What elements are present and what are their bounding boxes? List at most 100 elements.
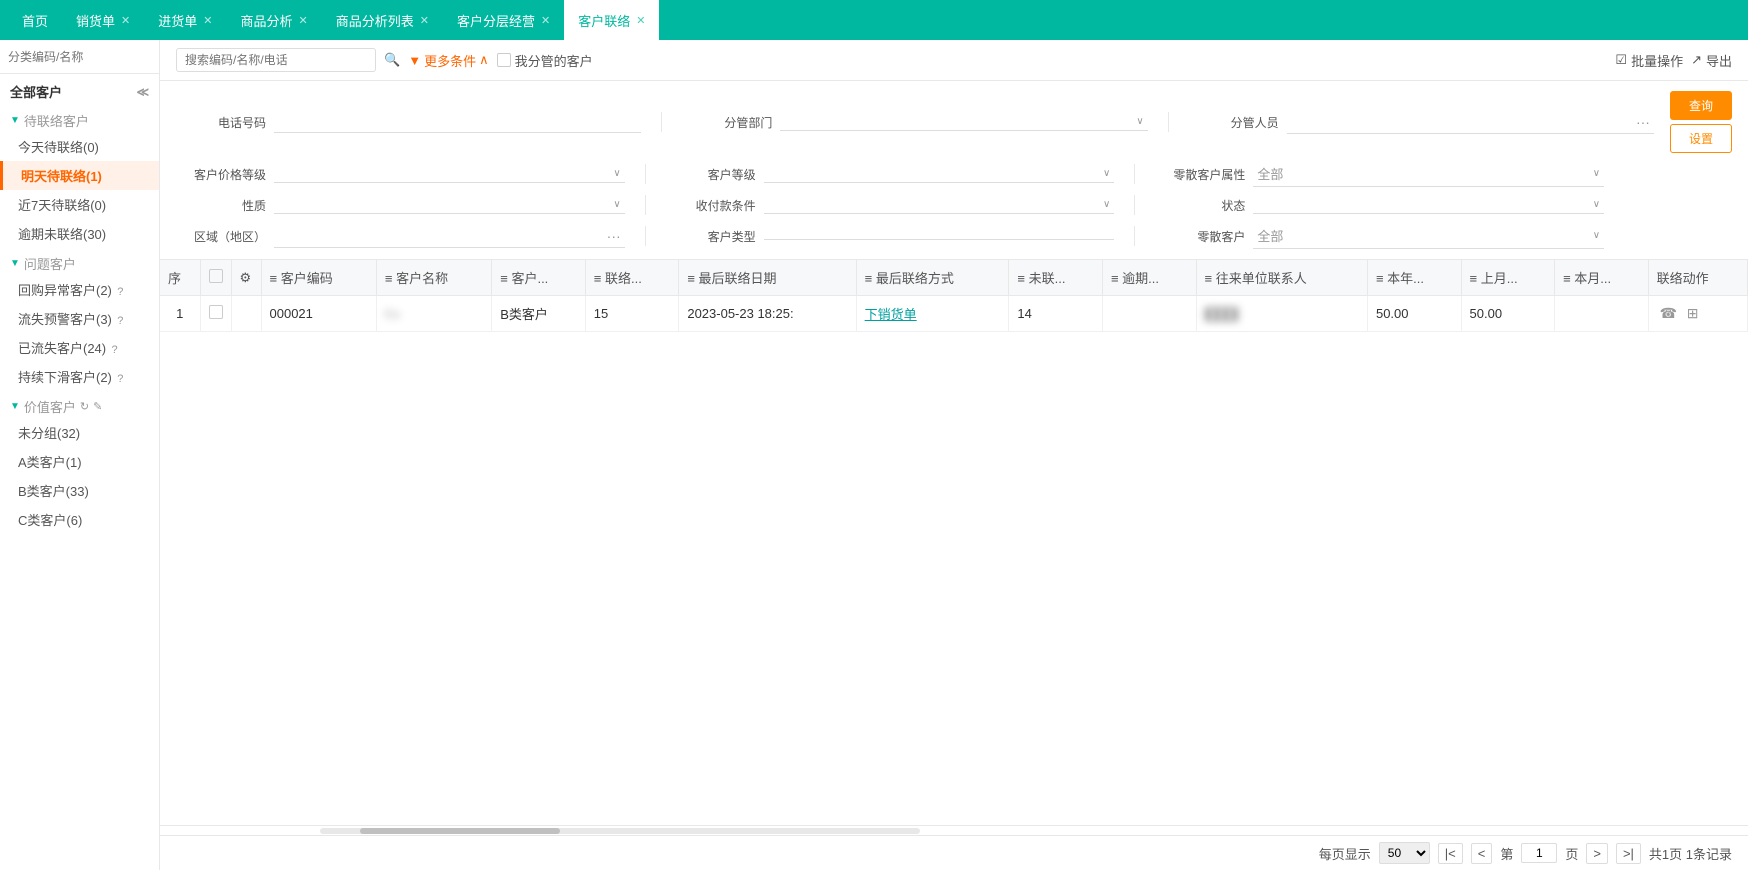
retail2-label: 零散客户 [1155, 228, 1245, 245]
close-customer-contact-icon[interactable]: ✕ [636, 14, 645, 27]
nav-product-analysis-list[interactable]: 商品分析列表 ✕ [322, 0, 443, 40]
sidebar-tomorrow-pending[interactable]: 明天待联络(1) [0, 161, 159, 190]
per-page-select[interactable]: 50 100 200 [1379, 842, 1430, 864]
select-all-checkbox[interactable] [209, 269, 223, 283]
collapse-sidebar-icon[interactable]: ≪ [136, 85, 149, 99]
col-unit-contact: ≡ 往来单位联系人 [1196, 260, 1367, 296]
query-button[interactable]: 查询 [1670, 91, 1732, 120]
dept-select[interactable]: ∨ [780, 113, 1147, 131]
action-phone-icon[interactable]: ☎ [1660, 305, 1677, 321]
cell-action: ☎ ⊞ [1648, 296, 1747, 332]
region-dots-icon[interactable]: ··· [607, 228, 621, 244]
retail2-chevron-icon: ∨ [1593, 230, 1600, 241]
more-conditions-chevron: ∧ [479, 52, 489, 68]
declining-help-icon: ? [117, 373, 123, 385]
bulk-op-check-icon: ☑ [1615, 52, 1627, 68]
close-product-analysis-list-icon[interactable]: ✕ [420, 14, 429, 27]
status-label: 状态 [1155, 197, 1245, 214]
scrollbar-thumb[interactable] [360, 828, 560, 834]
last-page-btn[interactable]: >| [1616, 843, 1641, 864]
value-edit-icon[interactable]: ✎ [93, 400, 102, 413]
export-btn[interactable]: ↗ 导出 [1691, 51, 1732, 70]
divider-2 [1168, 112, 1169, 132]
col-overdue: ≡ 逾期... [1102, 260, 1196, 296]
cell-last-month: 50.00 [1461, 296, 1555, 332]
col-type: ≡ 客户... [492, 260, 586, 296]
set-button[interactable]: 设置 [1670, 124, 1732, 153]
sidebar-overdue-pending[interactable]: 逾期未联络(30) [0, 219, 159, 248]
cell-this-month [1555, 296, 1649, 332]
manager-select[interactable]: ··· [1287, 111, 1654, 134]
filter-search-icon[interactable]: 🔍 [384, 52, 400, 68]
filter-status-col: 状态 ∨ [1155, 196, 1604, 214]
close-product-analysis-icon[interactable]: ✕ [299, 14, 308, 27]
page-input[interactable] [1521, 843, 1557, 863]
churn-help-icon: ? [117, 315, 123, 327]
status-select[interactable]: ∨ [1253, 196, 1604, 214]
type-select[interactable] [764, 233, 1115, 240]
action-grid-icon[interactable]: ⊞ [1687, 305, 1699, 321]
my-customers-checkbox[interactable]: 我分管的客户 [497, 51, 593, 70]
filter-phone-col: 电话号码 [176, 112, 641, 133]
nav-sales[interactable]: 销货单 ✕ [62, 0, 144, 40]
sidebar-search-input[interactable] [8, 50, 160, 64]
nature-select[interactable]: ∨ [274, 196, 625, 214]
filter-retail2-col: 零散客户 全部 ∨ [1155, 223, 1604, 249]
sidebar-7days-pending[interactable]: 近7天待联络(0) [0, 190, 159, 219]
bulk-op-btn[interactable]: ☑ 批量操作 [1615, 51, 1683, 70]
filter-row-4: 区域（地区） ··· 客户类型 零散客户 [176, 223, 1732, 249]
page-label: 第 [1500, 844, 1513, 863]
phone-input[interactable] [274, 112, 641, 133]
sidebar-b-class[interactable]: B类客户(33) [0, 476, 159, 505]
pagination-bar: 每页显示 50 100 200 |< < 第 页 > >| 共1页 1条记录 [160, 835, 1748, 870]
sidebar-ungrouped[interactable]: 未分组(32) [0, 418, 159, 447]
col-setting[interactable]: ⚙ [231, 260, 261, 296]
row-checkbox[interactable] [209, 305, 223, 319]
manager-dots-icon[interactable]: ··· [1636, 114, 1650, 130]
sidebar-repurchase-abnormal[interactable]: 回购异常客户(2) ? [0, 275, 159, 304]
filter-payment-col: 收付款条件 ∨ [666, 196, 1115, 214]
sidebar-a-class[interactable]: A类客户(1) [0, 447, 159, 476]
table-row: 1 000021 Ea B类客户 15 2023-05-23 18:25: 下销… [160, 296, 1748, 332]
grade-select[interactable]: ∨ [764, 165, 1115, 183]
close-sales-icon[interactable]: ✕ [121, 14, 130, 27]
nav-home[interactable]: 首页 [8, 0, 62, 40]
all-customers-header: 全部客户 ≪ [0, 74, 159, 105]
horizontal-scrollbar[interactable] [160, 825, 1748, 835]
first-page-btn[interactable]: |< [1438, 843, 1463, 864]
cell-checkbox[interactable] [200, 296, 231, 332]
sidebar-today-pending[interactable]: 今天待联络(0) [0, 132, 159, 161]
nav-customer-contact[interactable]: 客户联络 ✕ [564, 0, 659, 40]
region-select[interactable]: ··· [274, 225, 625, 248]
nav-customer-tier[interactable]: 客户分层经营 ✕ [443, 0, 564, 40]
search-input[interactable] [176, 48, 376, 72]
close-purchase-icon[interactable]: ✕ [203, 14, 212, 27]
divider-1 [661, 112, 662, 132]
sidebar-declining[interactable]: 持续下滑客户(2) ? [0, 362, 159, 391]
retail-attr-select[interactable]: 全部 ∨ [1253, 161, 1604, 187]
payment-chevron-icon: ∨ [1103, 199, 1110, 210]
more-conditions-btn[interactable]: ▼ 更多条件 ∧ [408, 51, 488, 70]
total-records: 共1页 1条记录 [1649, 844, 1732, 863]
sidebar-churned[interactable]: 已流失客户(24) ? [0, 333, 159, 362]
nav-product-analysis[interactable]: 商品分析 ✕ [226, 0, 321, 40]
close-customer-tier-icon[interactable]: ✕ [541, 14, 550, 27]
next-page-btn[interactable]: > [1586, 843, 1608, 864]
col-checkbox[interactable] [200, 260, 231, 296]
last-method-link[interactable]: 下销货单 [865, 307, 917, 322]
value-refresh-icon[interactable]: ↻ [80, 400, 89, 413]
my-customers-check-icon[interactable] [497, 53, 511, 67]
data-table-area: 序 ⚙ ≡ 客户编码 ≡ 客户名称 ≡ 客户... ≡ 联络... ≡ 最后联络… [160, 260, 1748, 825]
scrollbar-track [320, 828, 920, 834]
payment-select[interactable]: ∨ [764, 196, 1115, 214]
nav-purchase[interactable]: 进货单 ✕ [144, 0, 226, 40]
sidebar-churn-warning[interactable]: 流失预警客户(3) ? [0, 304, 159, 333]
cell-type: B类客户 [492, 296, 586, 332]
sidebar-c-class[interactable]: C类客户(6) [0, 505, 159, 534]
status-chevron-icon: ∨ [1593, 199, 1600, 210]
col-contact: ≡ 联络... [585, 260, 679, 296]
prev-page-btn[interactable]: < [1471, 843, 1493, 864]
grade-label: 客户等级 [666, 166, 756, 183]
retail2-select[interactable]: 全部 ∨ [1253, 223, 1604, 249]
value-grade-select[interactable]: ∨ [274, 165, 625, 183]
